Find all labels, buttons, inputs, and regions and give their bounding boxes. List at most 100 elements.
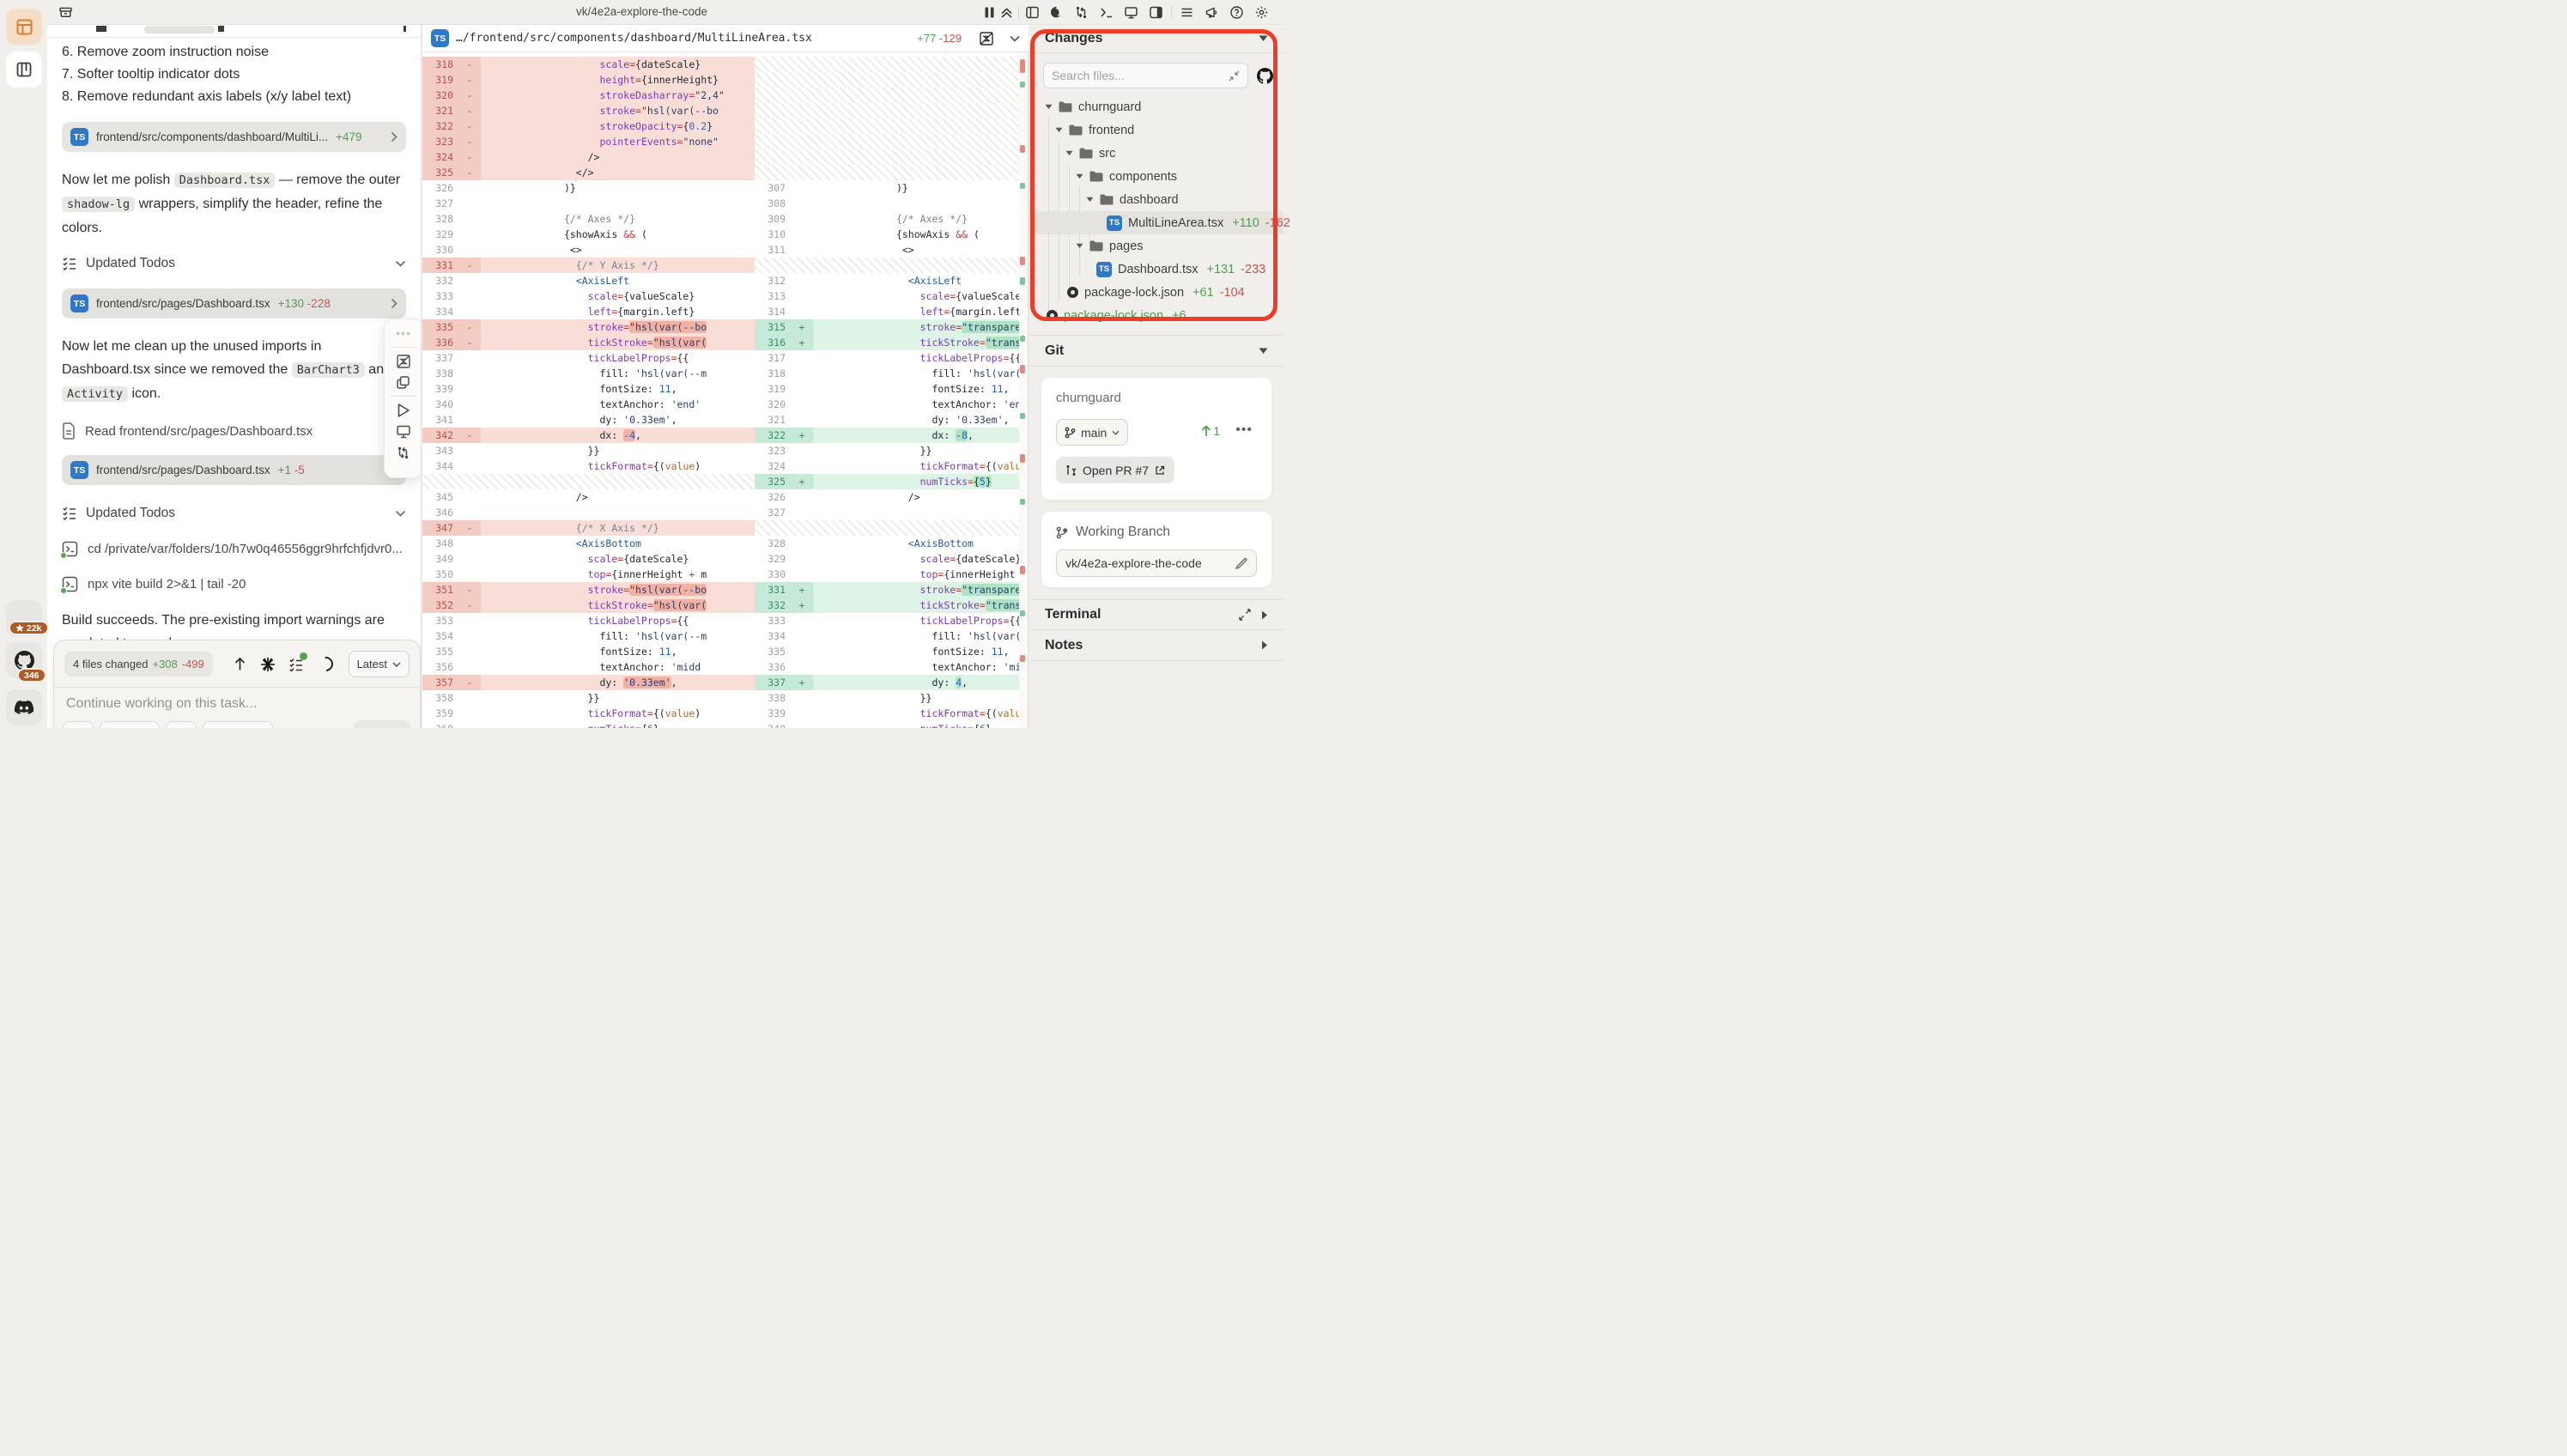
chevron-down-icon[interactable] bbox=[395, 510, 406, 517]
notes-section-header[interactable]: Notes bbox=[1029, 630, 1284, 661]
tree-row[interactable]: src bbox=[1029, 142, 1284, 165]
composer-settings-button[interactable] bbox=[63, 721, 94, 728]
search-files-input[interactable]: Search files... bbox=[1043, 63, 1248, 88]
diff-disabled-icon[interactable] bbox=[395, 353, 411, 369]
code-line bbox=[813, 196, 1022, 211]
expand-icon[interactable] bbox=[1239, 609, 1251, 621]
assistant-icon[interactable] bbox=[1049, 5, 1064, 20]
updated-todos-row[interactable]: Updated Todos bbox=[62, 252, 406, 275]
pause-icon[interactable] bbox=[982, 5, 997, 20]
settings-gear-icon[interactable] bbox=[1254, 5, 1269, 20]
line-number: 315 bbox=[755, 319, 791, 335]
tree-row[interactable]: components bbox=[1029, 165, 1284, 188]
working-branch-input[interactable]: vk/4e2a-explore-the-code bbox=[1056, 549, 1257, 577]
github-cat-icon[interactable] bbox=[1257, 68, 1273, 84]
panel-left-icon[interactable] bbox=[1025, 5, 1040, 20]
triangle-right-icon[interactable] bbox=[1261, 640, 1268, 650]
help-icon[interactable] bbox=[1229, 5, 1244, 20]
collapse-all-icon[interactable] bbox=[999, 5, 1014, 20]
chevron-down-icon[interactable] bbox=[395, 260, 406, 267]
diff-row: 327 308 bbox=[422, 196, 1029, 211]
message-segment: shadow-lg bbox=[62, 197, 135, 212]
triangle-right-icon[interactable] bbox=[1261, 610, 1268, 620]
chevron-down-icon[interactable] bbox=[1010, 35, 1020, 42]
diff-marker bbox=[458, 505, 481, 520]
model-dropdown[interactable]: Opus bbox=[100, 721, 160, 728]
edit-pencil-icon[interactable] bbox=[1235, 557, 1247, 570]
terminal-section-header[interactable]: Terminal bbox=[1029, 599, 1284, 630]
updated-todos-row[interactable]: Updated Todos bbox=[62, 502, 406, 525]
tree-row[interactable]: churnguard bbox=[1029, 95, 1284, 118]
version-dropdown[interactable]: Latest bbox=[349, 651, 410, 677]
split-view-icon[interactable] bbox=[979, 31, 994, 46]
terminal-command-row[interactable]: cd /private/var/folders/10/h7w0q46556ggr… bbox=[62, 537, 406, 560]
caret-down-icon[interactable] bbox=[1076, 173, 1083, 179]
monitor-icon[interactable] bbox=[1124, 5, 1138, 20]
run-icon[interactable] bbox=[395, 402, 411, 418]
git-section-header[interactable]: Git bbox=[1029, 335, 1284, 367]
diff-marker bbox=[791, 551, 813, 567]
diff-row: 322 - strokeOpacity={0.2} bbox=[422, 118, 1029, 134]
attach-icon[interactable] bbox=[279, 726, 296, 728]
spark-icon[interactable] bbox=[260, 656, 276, 672]
caret-down-icon[interactable] bbox=[1065, 150, 1073, 156]
git-compare-icon[interactable] bbox=[1074, 5, 1089, 20]
commits-ahead[interactable]: 1 bbox=[1201, 424, 1220, 438]
tree-row[interactable]: pages bbox=[1029, 234, 1284, 258]
chevron-right-icon[interactable] bbox=[391, 131, 397, 143]
file-change-chip[interactable]: TS frontend/src/pages/Dashboard.tsx +1 -… bbox=[62, 455, 406, 485]
diff-body[interactable]: 318 - scale={dateScale} 319 bbox=[422, 52, 1029, 728]
files-changed-chip[interactable]: 4 files changed +308 -499 bbox=[64, 652, 213, 676]
scroll-to-top-icon[interactable] bbox=[232, 656, 248, 672]
more-options-icon[interactable]: ••• bbox=[1235, 422, 1253, 438]
tree-row[interactable]: TS MultiLineArea.tsx +110 -162 bbox=[1029, 211, 1284, 234]
lines-removed: -233 bbox=[1241, 263, 1265, 276]
chevron-right-icon[interactable] bbox=[391, 298, 397, 309]
read-file-row[interactable]: Read frontend/src/pages/Dashboard.tsx bbox=[62, 421, 406, 441]
tree-row[interactable]: dashboard bbox=[1029, 188, 1284, 211]
open-in-app-icon[interactable] bbox=[395, 423, 411, 440]
chat-scroll-area[interactable]: 6. Remove zoom instruction noise7. Softe… bbox=[47, 26, 421, 655]
menu-icon[interactable] bbox=[1180, 5, 1194, 20]
tree-row[interactable]: TS Dashboard.tsx +131 -233 bbox=[1029, 258, 1284, 281]
diff-marker: - bbox=[458, 118, 481, 134]
line-number: 310 bbox=[755, 227, 791, 242]
pen-icon[interactable] bbox=[325, 726, 343, 728]
diff-overview-ruler[interactable] bbox=[1019, 52, 1027, 728]
tree-row[interactable]: package-lock.json +6 bbox=[1029, 304, 1284, 327]
caret-down-icon[interactable] bbox=[1086, 197, 1094, 203]
caret-down-icon[interactable] bbox=[1076, 243, 1083, 249]
git-compare-icon[interactable] bbox=[395, 445, 411, 461]
code-line: fontSize: 11, bbox=[813, 644, 1022, 659]
mode-dropdown[interactable]: Default bbox=[203, 721, 272, 728]
terminal-command-row[interactable]: npx vite build 2>&1 | tail -20 bbox=[62, 573, 406, 595]
tree-row[interactable]: frontend bbox=[1029, 118, 1284, 142]
copy-icon[interactable] bbox=[395, 374, 411, 391]
diff-row: 354 fill: 'hsl(var(--m 334 fill: 'hsl(va… bbox=[422, 628, 1029, 644]
file-change-chip[interactable]: TS frontend/src/components/dashboard/Mul… bbox=[62, 122, 406, 152]
cat-agent-icon[interactable] bbox=[302, 726, 319, 728]
caret-down-icon[interactable] bbox=[1055, 127, 1063, 133]
composer-input[interactable]: Continue working on this task... bbox=[54, 688, 420, 712]
fast-forward-button[interactable] bbox=[166, 721, 197, 728]
open-pr-button[interactable]: Open PR #7 bbox=[1056, 457, 1174, 483]
todos-status-icon[interactable] bbox=[288, 656, 305, 672]
diff-row: 349 scale={dateScale} 329 scale={dateSca… bbox=[422, 551, 1029, 567]
layout-view-button[interactable] bbox=[6, 9, 42, 45]
panel-right-icon[interactable] bbox=[1149, 5, 1163, 20]
send-button[interactable]: Send bbox=[354, 720, 411, 728]
collapse-tree-icon[interactable] bbox=[1229, 70, 1240, 82]
tree-row[interactable]: package-lock.json +61 -104 bbox=[1029, 281, 1284, 304]
file-change-chip[interactable]: TS frontend/src/pages/Dashboard.tsx +130… bbox=[62, 288, 406, 318]
diff-marker: - bbox=[458, 520, 481, 536]
discord-button[interactable] bbox=[6, 689, 42, 725]
code-line: {showAxis && ( bbox=[813, 227, 1022, 242]
changes-section-header[interactable]: Changes bbox=[1029, 25, 1284, 53]
terminal-icon[interactable] bbox=[1099, 5, 1114, 20]
branch-dropdown[interactable]: main bbox=[1056, 419, 1128, 446]
more-options-icon[interactable] bbox=[395, 325, 411, 342]
caret-down-icon[interactable] bbox=[1045, 104, 1053, 110]
megaphone-icon[interactable] bbox=[1205, 5, 1219, 20]
kanban-view-button[interactable] bbox=[6, 52, 42, 88]
file-name: package-lock.json bbox=[1084, 286, 1184, 300]
